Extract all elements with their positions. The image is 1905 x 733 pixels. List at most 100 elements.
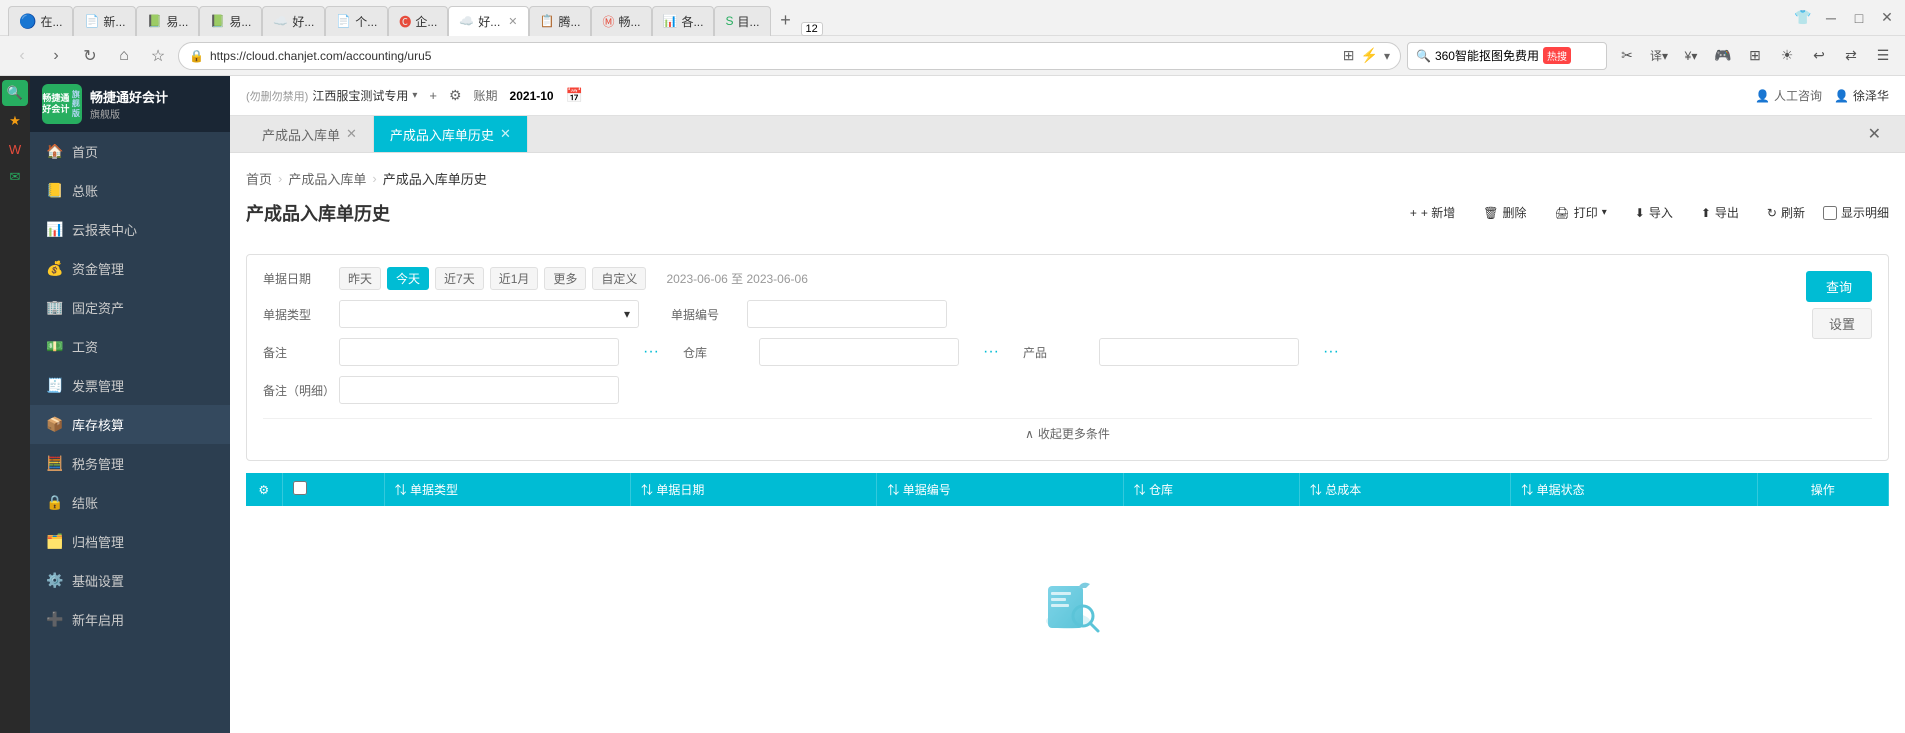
col-date-header[interactable]: ⇅ 单据日期 [631, 473, 877, 506]
grid-icon[interactable]: ⊞ [1343, 47, 1355, 64]
detail-remark-input[interactable] [339, 376, 619, 404]
address-bar[interactable]: 🔒 https://cloud.chanjet.com/accounting/u… [178, 42, 1401, 70]
back-button[interactable]: ‹ [8, 42, 36, 70]
select-all-checkbox[interactable] [293, 481, 307, 495]
close-panel-button[interactable]: ✕ [1860, 124, 1889, 144]
sidebar-item-tax[interactable]: 🧮 税务管理 [30, 444, 230, 483]
close-button[interactable]: ✕ [1877, 8, 1897, 28]
browser-tab-12[interactable]: S 目... [714, 6, 770, 36]
tab-close-8[interactable]: ✕ [508, 15, 517, 28]
browser-tab-7[interactable]: 🅒 企... [388, 6, 448, 36]
tab-list[interactable]: 产成品入库单 ✕ [246, 116, 374, 152]
browser-tab-11[interactable]: 📊 各... [652, 6, 715, 36]
col-cost-header[interactable]: ⇅ 总成本 [1299, 473, 1510, 506]
company-selector[interactable]: (勿删勿禁用) 江西服宝测试专用 ▾ [246, 87, 417, 104]
col-number-header[interactable]: ⇅ 单据编号 [877, 473, 1123, 506]
breadcrumb-list[interactable]: 产成品入库单 [288, 169, 366, 188]
browser-tab-9[interactable]: 📋 腾... [529, 6, 592, 36]
more-button[interactable]: 更多 [544, 267, 586, 290]
sidebar-item-archive[interactable]: 🗂️ 归档管理 [30, 522, 230, 561]
show-cols-checkbox[interactable] [1823, 206, 1837, 220]
sidebar-item-payroll[interactable]: 💵 工资 [30, 327, 230, 366]
app-icon-star[interactable]: ★ [2, 108, 28, 134]
shirt-icon[interactable]: 👕 [1793, 8, 1813, 28]
col-warehouse-header[interactable]: ⇅ 仓库 [1123, 473, 1299, 506]
search-bar[interactable]: 🔍 360智能抠图免费用 热搜 [1407, 42, 1607, 70]
tab-history-close[interactable]: ✕ [500, 126, 511, 142]
refresh-button-action[interactable]: ↻ 刷新 [1757, 200, 1815, 225]
browser-tab-10[interactable]: Ⓜ 畅... [591, 6, 651, 36]
col-type-header[interactable]: ⇅ 单据类型 [384, 473, 630, 506]
settings-icon[interactable]: ⚙ [449, 87, 462, 104]
bookmark-button[interactable]: ☆ [144, 42, 172, 70]
app-icon-search[interactable]: 🔍 [2, 80, 28, 106]
col-status-header[interactable]: ⇅ 单据状态 [1511, 473, 1757, 506]
sidebar-item-home[interactable]: 🏠 首页 [30, 132, 230, 171]
delete-button[interactable]: 🗑 删除 [1473, 200, 1536, 225]
maximize-button[interactable]: □ [1849, 8, 1869, 28]
sidebar-item-closing[interactable]: 🔒 结账 [30, 483, 230, 522]
browser-tab-6[interactable]: 📄 个... [325, 6, 388, 36]
app-icon-weibo[interactable]: W [2, 136, 28, 162]
apps-icon[interactable]: ⊞ [1741, 42, 1769, 70]
user-profile[interactable]: 👤 徐泽华 [1834, 87, 1889, 104]
period-value[interactable]: 2021-10 [510, 89, 554, 103]
browser-tab-5[interactable]: ☁️ 好... [262, 6, 325, 36]
last7-button[interactable]: 近7天 [435, 267, 484, 290]
add-company-icon[interactable]: + [429, 88, 437, 103]
type-select[interactable]: ▾ [339, 300, 639, 328]
sidebar-item-invoice[interactable]: 🧾 发票管理 [30, 366, 230, 405]
app-icon-mail[interactable]: ✉ [2, 164, 28, 190]
refresh-button[interactable]: ↻ [76, 42, 104, 70]
collapse-button[interactable]: ∧ 收起更多条件 [263, 418, 1872, 448]
sidebar-item-newperiod[interactable]: ➕ 新年启用 [30, 600, 230, 639]
browser-tab-2[interactable]: 📄 新... [73, 6, 136, 36]
sidebar-item-settings[interactable]: ⚙️ 基础设置 [30, 561, 230, 600]
remark-input[interactable] [339, 338, 619, 366]
sidebar-item-funds[interactable]: 💰 资金管理 [30, 249, 230, 288]
last-month-button[interactable]: 近1月 [490, 267, 539, 290]
query-button[interactable]: 查询 [1806, 271, 1872, 302]
print-dropdown-icon[interactable]: ▾ [1602, 207, 1607, 218]
tab-history[interactable]: 产成品入库单历史 ✕ [374, 116, 528, 152]
warehouse-more-icon[interactable]: ··· [643, 343, 659, 361]
number-input[interactable] [747, 300, 947, 328]
new-button[interactable]: + + 新增 [1400, 200, 1465, 225]
filter-settings-button[interactable]: 设置 [1812, 308, 1872, 339]
tab-list-close[interactable]: ✕ [346, 126, 357, 142]
company-dropdown-icon[interactable]: ▾ [412, 90, 417, 101]
browser-tab-3[interactable]: 📗 易... [136, 6, 199, 36]
game-icon[interactable]: 🎮 [1709, 42, 1737, 70]
service-button[interactable]: 👤 人工咨询 [1755, 87, 1822, 104]
currency-icon[interactable]: ¥▾ [1677, 42, 1705, 70]
theme-icon[interactable]: ☀ [1773, 42, 1801, 70]
translate-icon[interactable]: 译▾ [1645, 42, 1673, 70]
sidebar-item-inventory[interactable]: 📦 库存核算 [30, 405, 230, 444]
product-more-icon[interactable]: ··· [983, 343, 999, 361]
warehouse-input[interactable] [759, 338, 959, 366]
breadcrumb-home[interactable]: 首页 [246, 169, 272, 188]
browser-tab-8[interactable]: ☁️ 好... ✕ [448, 6, 528, 36]
home-button[interactable]: ⌂ [110, 42, 138, 70]
forward-button[interactable]: › [42, 42, 70, 70]
product-input[interactable] [1099, 338, 1299, 366]
sidebar-item-assets[interactable]: 🏢 固定资产 [30, 288, 230, 327]
bolt-icon[interactable]: ⚡ [1361, 47, 1378, 64]
export-button[interactable]: ⬆ 导出 [1691, 200, 1749, 225]
calendar-icon[interactable]: 📅 [566, 87, 583, 104]
history-icon[interactable]: ↩ [1805, 42, 1833, 70]
sync-icon[interactable]: ⇄ [1837, 42, 1865, 70]
menu-icon[interactable]: ☰ [1869, 42, 1897, 70]
print-button[interactable]: 🖨 打印 ▾ [1544, 200, 1616, 225]
show-cols-checkbox-label[interactable]: 显示明细 [1823, 204, 1889, 221]
custom-button[interactable]: 自定义 [592, 267, 646, 290]
import-button[interactable]: ⬇ 导入 [1625, 200, 1683, 225]
minimize-button[interactable]: ─ [1821, 8, 1841, 28]
product2-more-icon[interactable]: ··· [1323, 343, 1339, 361]
new-tab-button[interactable]: + [771, 6, 801, 36]
col-settings-header[interactable]: ⚙ [246, 473, 282, 506]
browser-tab-1[interactable]: 🔵 在... [8, 6, 73, 36]
dropdown-icon[interactable]: ▾ [1384, 49, 1390, 63]
sidebar-item-ledger[interactable]: 📒 总账 [30, 171, 230, 210]
today-button[interactable]: 今天 [387, 267, 429, 290]
